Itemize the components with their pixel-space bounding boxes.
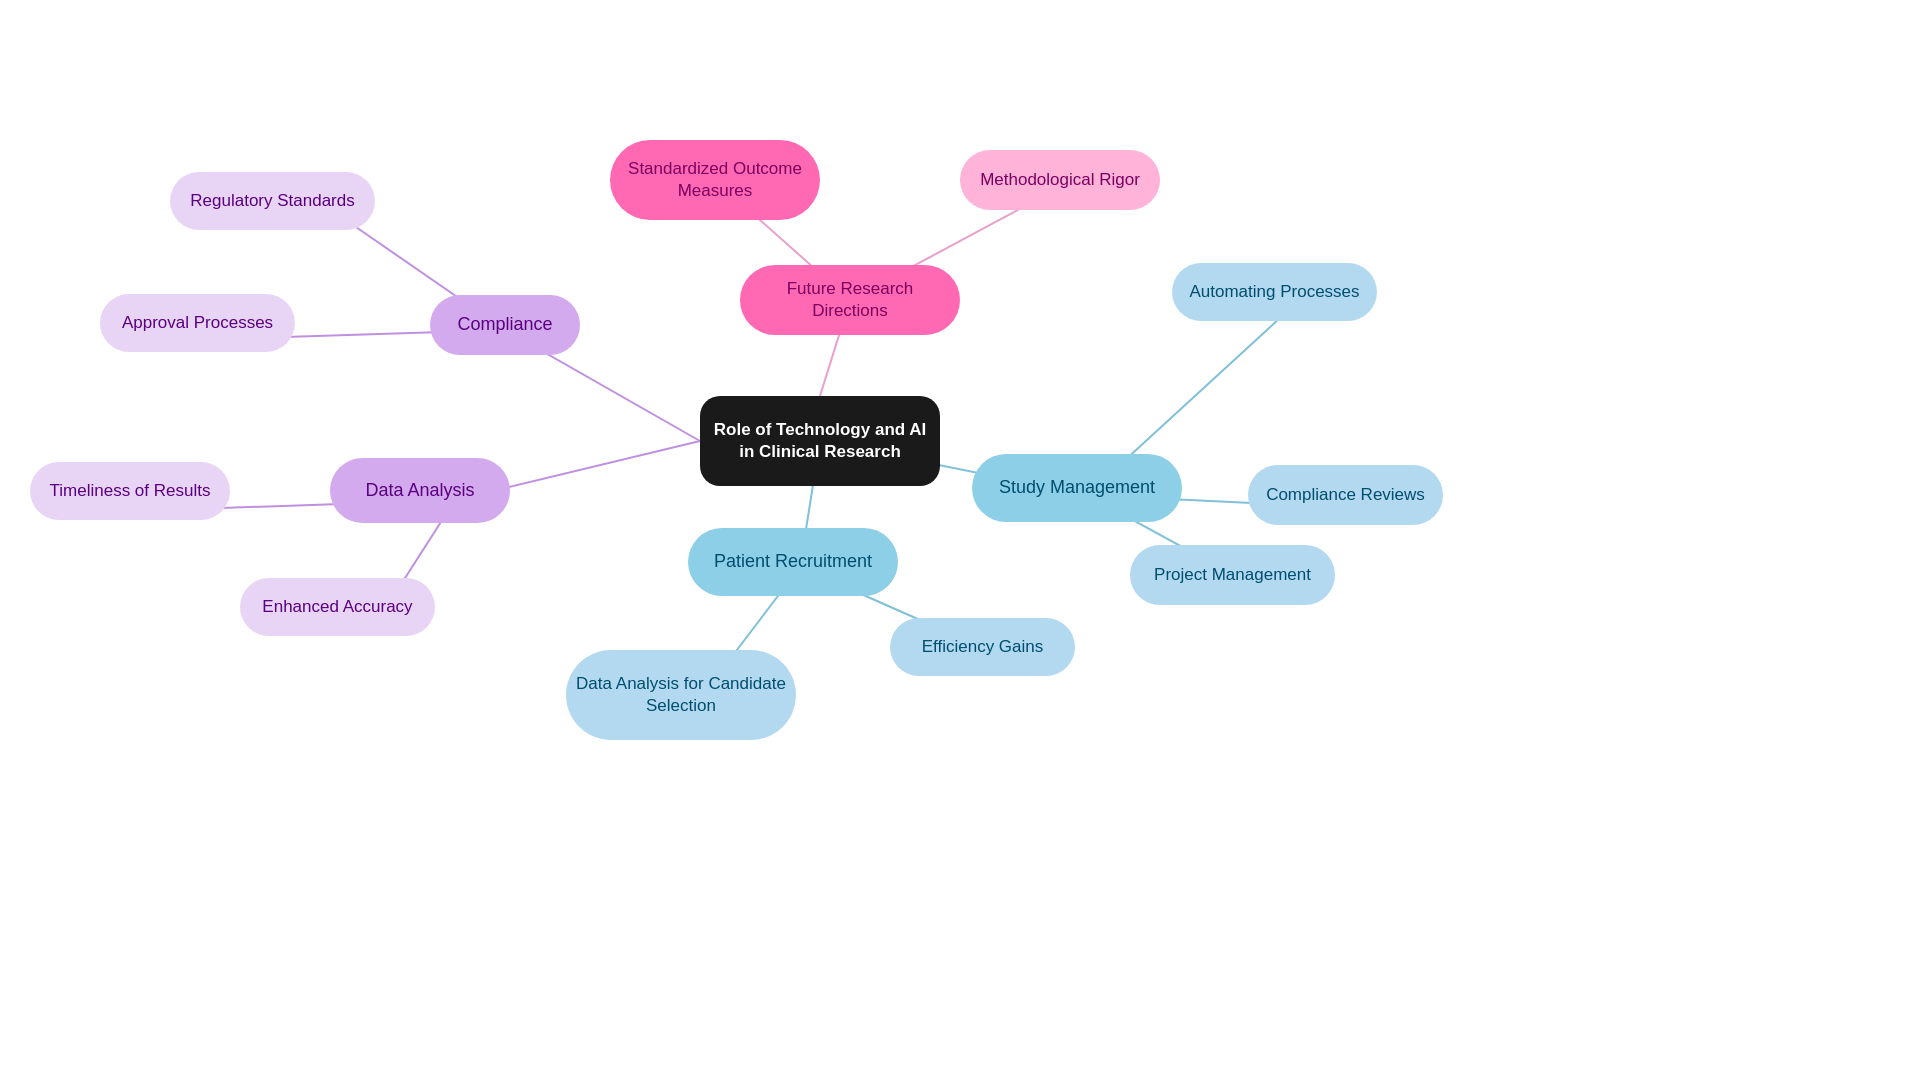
- timeliness-of-results-label: Timeliness of Results: [42, 476, 219, 506]
- project-management-node[interactable]: Project Management: [1130, 545, 1335, 605]
- methodological-rigor-label: Methodological Rigor: [972, 165, 1148, 195]
- enhanced-accuracy-node[interactable]: Enhanced Accuracy: [240, 578, 435, 636]
- data-analysis-candidate-label: Data Analysis for Candidate Selection: [566, 669, 796, 721]
- timeliness-of-results-node[interactable]: Timeliness of Results: [30, 462, 230, 520]
- compliance-label: Compliance: [449, 309, 560, 340]
- study-management-label: Study Management: [991, 472, 1163, 503]
- project-management-label: Project Management: [1146, 560, 1319, 590]
- efficiency-gains-label: Efficiency Gains: [914, 632, 1052, 662]
- data-analysis-candidate-node[interactable]: Data Analysis for Candidate Selection: [566, 650, 796, 740]
- study-management-node[interactable]: Study Management: [972, 454, 1182, 522]
- future-research-directions-label: Future Research Directions: [740, 274, 960, 326]
- compliance-reviews-label: Compliance Reviews: [1258, 480, 1433, 510]
- center-node[interactable]: Role of Technology and AI in Clinical Re…: [700, 396, 940, 486]
- center-node-label: Role of Technology and AI in Clinical Re…: [700, 415, 940, 467]
- efficiency-gains-node[interactable]: Efficiency Gains: [890, 618, 1075, 676]
- regulatory-standards-label: Regulatory Standards: [182, 186, 362, 216]
- patient-recruitment-node[interactable]: Patient Recruitment: [688, 528, 898, 596]
- compliance-reviews-node[interactable]: Compliance Reviews: [1248, 465, 1443, 525]
- standardized-outcome-measures-node[interactable]: Standardized Outcome Measures: [610, 140, 820, 220]
- automating-processes-node[interactable]: Automating Processes: [1172, 263, 1377, 321]
- future-research-directions-node[interactable]: Future Research Directions: [740, 265, 960, 335]
- approval-processes-node[interactable]: Approval Processes: [100, 294, 295, 352]
- enhanced-accuracy-label: Enhanced Accuracy: [254, 592, 420, 622]
- regulatory-standards-node[interactable]: Regulatory Standards: [170, 172, 375, 230]
- patient-recruitment-label: Patient Recruitment: [706, 546, 880, 577]
- standardized-outcome-measures-label: Standardized Outcome Measures: [610, 154, 820, 206]
- methodological-rigor-node[interactable]: Methodological Rigor: [960, 150, 1160, 210]
- compliance-node[interactable]: Compliance: [430, 295, 580, 355]
- data-analysis-node[interactable]: Data Analysis: [330, 458, 510, 523]
- data-analysis-label: Data Analysis: [357, 475, 482, 506]
- automating-processes-label: Automating Processes: [1181, 277, 1367, 307]
- approval-processes-label: Approval Processes: [114, 308, 281, 338]
